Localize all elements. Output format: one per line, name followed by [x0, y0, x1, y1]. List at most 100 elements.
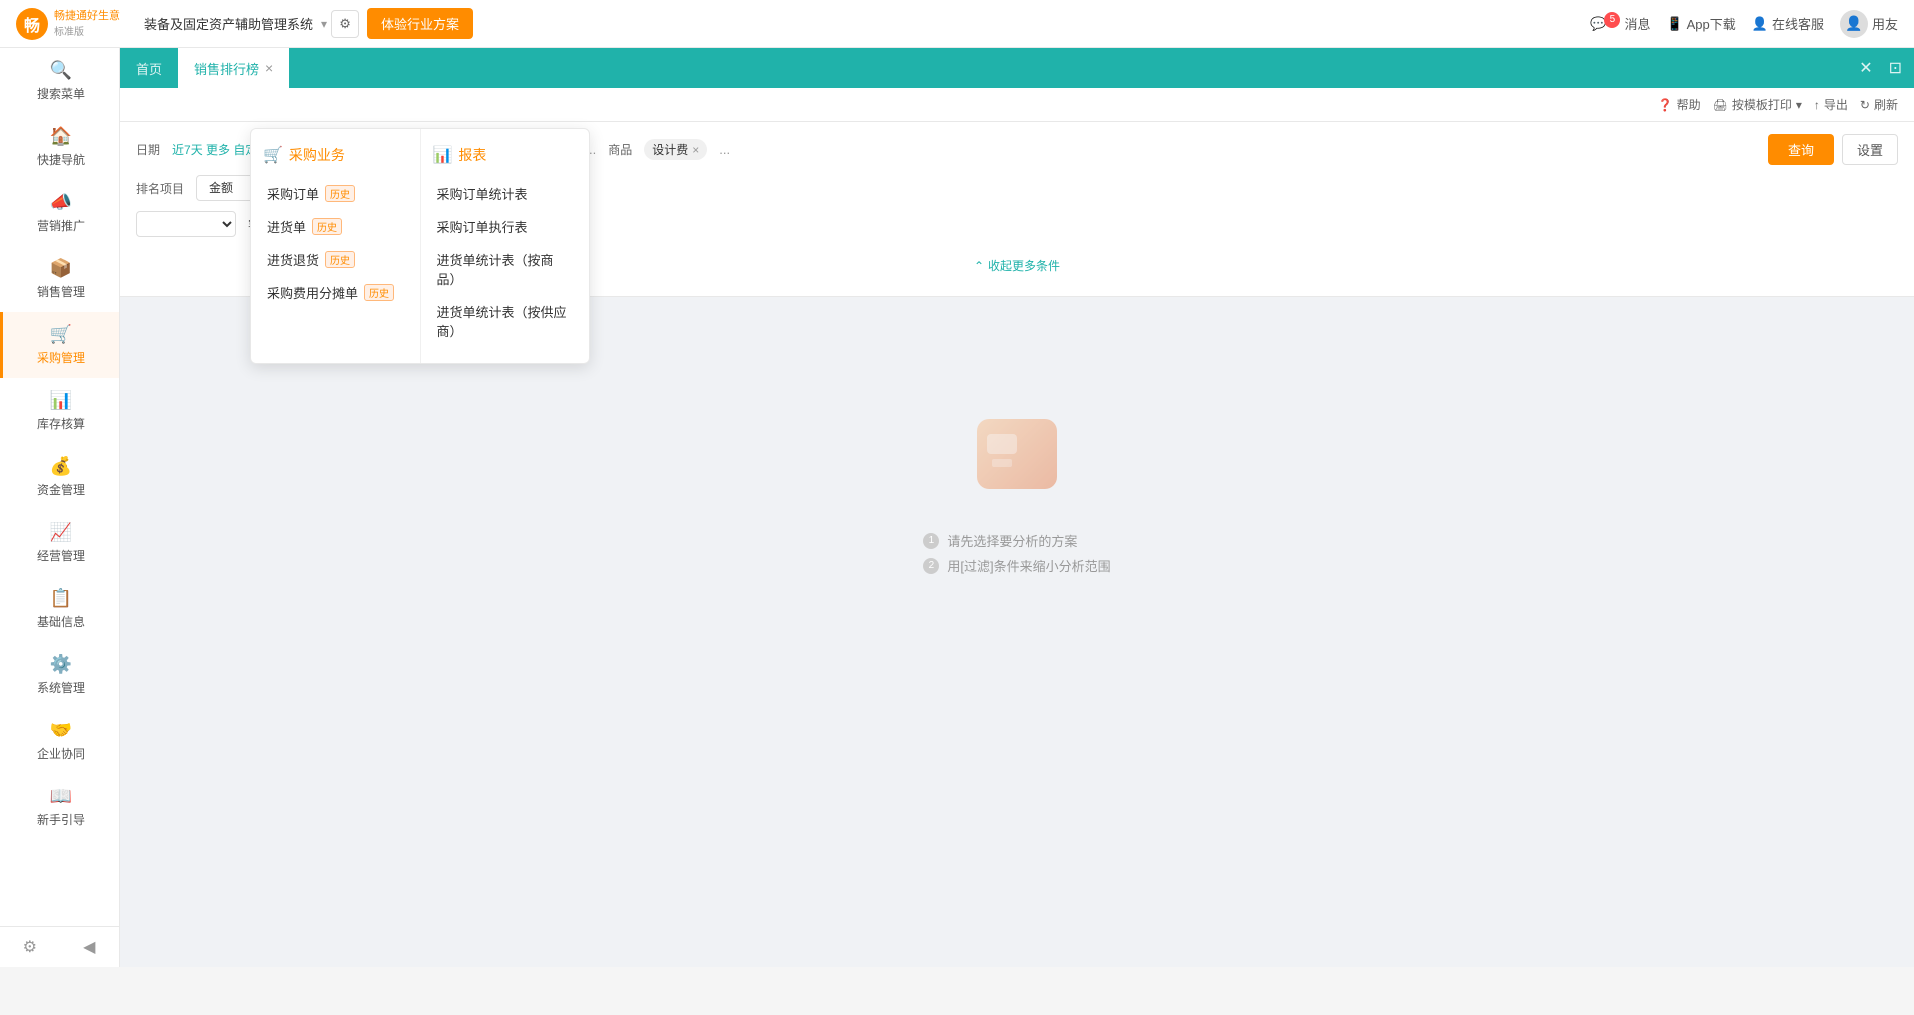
message-badge: 5 — [1604, 12, 1620, 28]
sidebar: 🔍 搜索菜单 🏠 快捷导航 📣 营销推广 📦 销售管理 🛒 采购管理 📊 库存核… — [0, 48, 120, 967]
tab-close-icon[interactable]: × — [265, 60, 273, 76]
sidebar-label-finance: 资金管理 — [37, 481, 85, 498]
logo-icon: 畅 — [16, 8, 48, 40]
sidebar-item-operations[interactable]: 📈 经营管理 — [0, 510, 119, 576]
sidebar-label-cooperation: 企业协同 — [37, 745, 85, 762]
sidebar-item-system[interactable]: ⚙️ 系统管理 — [0, 642, 119, 708]
help-icon: ❓ — [1658, 98, 1673, 112]
logo-sub: 标准版 — [54, 23, 120, 38]
phone-icon: 📱 — [1666, 16, 1682, 32]
dropdown-report-title: 📊 报表 — [433, 145, 578, 165]
header-right: 💬 5 消息 📱 App下载 👤 在线客服 👤 用友 — [1590, 10, 1898, 38]
dropdown-po[interactable]: 采购订单 历史 — [263, 177, 408, 210]
filter-settings-btn[interactable]: 设置 — [1842, 134, 1898, 165]
marketing-icon: 📣 — [50, 192, 72, 213]
sidebar-item-guide[interactable]: 📖 新手引导 — [0, 774, 119, 840]
sidebar-label-purchase: 采购管理 — [37, 349, 85, 366]
goods-dots[interactable]: ... — [719, 142, 730, 157]
sidebar-settings-btn[interactable]: ⚙ — [0, 927, 60, 967]
sidebar-item-marketing[interactable]: 📣 营销推广 — [0, 180, 119, 246]
print-btn[interactable]: 🖨 按模板打印 ▾ — [1713, 96, 1802, 113]
goods-tag-remove[interactable]: × — [692, 143, 699, 157]
expense-history-badge: 历史 — [364, 284, 394, 301]
cooperation-icon: 🤝 — [50, 720, 72, 741]
search-icon: 🔍 — [50, 60, 72, 81]
sidebar-item-quick-nav[interactable]: 🏠 快捷导航 — [0, 114, 119, 180]
basic-icon: 📋 — [50, 588, 72, 609]
sidebar-label-sales: 销售管理 — [37, 283, 85, 300]
sidebar-label-marketing: 营销推广 — [37, 217, 85, 234]
refresh-btn[interactable]: ↻ 刷新 — [1860, 96, 1898, 113]
return-history-badge: 历史 — [325, 251, 355, 268]
export-icon: ↑ — [1814, 98, 1820, 112]
sidebar-item-search[interactable]: 🔍 搜索菜单 — [0, 48, 119, 114]
logo-text: 畅捷通好生意 — [54, 9, 120, 23]
inventory-icon: 📊 — [50, 390, 72, 411]
sidebar-item-purchase[interactable]: 🛒 采购管理 — [0, 312, 119, 378]
empty-illustration — [957, 419, 1077, 519]
service-icon: 👤 — [1752, 16, 1768, 32]
query-btn[interactable]: 查询 — [1768, 134, 1834, 165]
dropdown-receipt-stat-goods[interactable]: 进货单统计表（按商品） — [433, 243, 578, 295]
sales-icon: 📦 — [50, 258, 72, 279]
date-label: 日期 — [136, 141, 160, 158]
goods-tag: 设计费 × — [644, 139, 707, 160]
extra-select[interactable] — [136, 211, 236, 237]
operations-icon: 📈 — [50, 522, 72, 543]
sidebar-label-inventory: 库存核算 — [37, 415, 85, 432]
tab-home[interactable]: 首页 — [120, 48, 178, 88]
messages-item[interactable]: 💬 5 消息 — [1590, 14, 1650, 33]
export-btn[interactable]: ↑ 导出 — [1814, 96, 1848, 113]
top-header: 畅 畅捷通好生意 标准版 装备及固定资产辅助管理系统 ▾ ⚙ 体验行业方案 💬 … — [0, 0, 1914, 48]
sidebar-item-cooperation[interactable]: 🤝 企业协同 — [0, 708, 119, 774]
sidebar-label-system: 系统管理 — [37, 679, 85, 696]
main-content: 首页 销售排行榜 × ✕ ⊡ ❓ 帮助 🖨 按模板 — [120, 48, 1914, 967]
dropdown-po-exec[interactable]: 采购订单执行表 — [433, 210, 578, 243]
user-item[interactable]: 👤 用友 — [1840, 10, 1898, 38]
dropdown-purchase-col: 🛒 采购业务 采购订单 历史 进货单 历史 进货退货 历史 — [251, 129, 421, 363]
tab-bar: 首页 销售排行榜 × ✕ ⊡ — [120, 48, 1914, 88]
print-dropdown-icon[interactable]: ▾ — [1796, 98, 1802, 112]
tab-sales-ranking[interactable]: 销售排行榜 × — [178, 48, 289, 88]
dropdown-po-stat[interactable]: 采购订单统计表 — [433, 177, 578, 210]
tab-sales-ranking-label: 销售排行榜 — [194, 59, 259, 78]
sidebar-item-basic[interactable]: 📋 基础信息 — [0, 576, 119, 642]
sidebar-label-operations: 经营管理 — [37, 547, 85, 564]
logo-area: 畅 畅捷通好生意 标准版 — [16, 8, 136, 40]
tab-right-controls: ✕ ⊡ — [1855, 48, 1914, 88]
print-icon: 🖨 — [1713, 98, 1728, 112]
help-btn[interactable]: ❓ 帮助 — [1658, 96, 1701, 113]
toolbar-row: ❓ 帮助 🖨 按模板打印 ▾ ↑ 导出 ↻ 刷新 — [120, 88, 1914, 122]
dropdown-report-col: 📊 报表 采购订单统计表 采购订单执行表 进货单统计表（按商品） 进货单统计表（… — [421, 129, 590, 363]
sidebar-label-basic: 基础信息 — [37, 613, 85, 630]
sidebar-item-finance[interactable]: 💰 资金管理 — [0, 444, 119, 510]
empty-hint-2: 用[过滤]条件来缩小分析范围 — [947, 556, 1110, 575]
sidebar-item-sales[interactable]: 📦 销售管理 — [0, 246, 119, 312]
finance-icon: 💰 — [50, 456, 72, 477]
dropdown-expense[interactable]: 采购费用分摊单 历史 — [263, 276, 408, 309]
dropdown-receipt-stat-supplier[interactable]: 进货单统计表（按供应商） — [433, 295, 578, 347]
settings-button[interactable]: ⚙ — [331, 10, 359, 38]
dropdown-return[interactable]: 进货退货 历史 — [263, 243, 408, 276]
goods-label: 商品 — [608, 141, 632, 158]
sidebar-collapse-btn[interactable]: ◀ — [60, 927, 120, 967]
refresh-icon: ↻ — [1860, 98, 1870, 112]
tab-home-label: 首页 — [136, 59, 162, 78]
industry-btn[interactable]: 体验行业方案 — [367, 8, 473, 39]
receipt-history-badge: 历史 — [312, 218, 342, 235]
purchase-icon: 🛒 — [50, 324, 72, 345]
content-area: ❓ 帮助 🖨 按模板打印 ▾ ↑ 导出 ↻ 刷新 — [120, 88, 1914, 967]
sidebar-item-inventory[interactable]: 📊 库存核算 — [0, 378, 119, 444]
dropdown-purchase-title: 🛒 采购业务 — [263, 145, 408, 165]
tab-restore-btn[interactable]: ⊡ — [1885, 54, 1906, 82]
tab-close-btn[interactable]: ✕ — [1855, 54, 1876, 82]
user-avatar: 👤 — [1840, 10, 1868, 38]
layout: 🔍 搜索菜单 🏠 快捷导航 📣 营销推广 📦 销售管理 🛒 采购管理 📊 库存核… — [0, 48, 1914, 967]
filter-actions: 查询 设置 — [1768, 134, 1898, 165]
collapse-icon: ⌃ — [974, 259, 984, 273]
system-icon: ⚙️ — [50, 654, 72, 675]
app-download-item[interactable]: 📱 App下载 — [1666, 14, 1735, 33]
online-service-item[interactable]: 👤 在线客服 — [1752, 14, 1824, 33]
dropdown-receipt[interactable]: 进货单 历史 — [263, 210, 408, 243]
system-dropdown-icon[interactable]: ▾ — [321, 17, 327, 31]
